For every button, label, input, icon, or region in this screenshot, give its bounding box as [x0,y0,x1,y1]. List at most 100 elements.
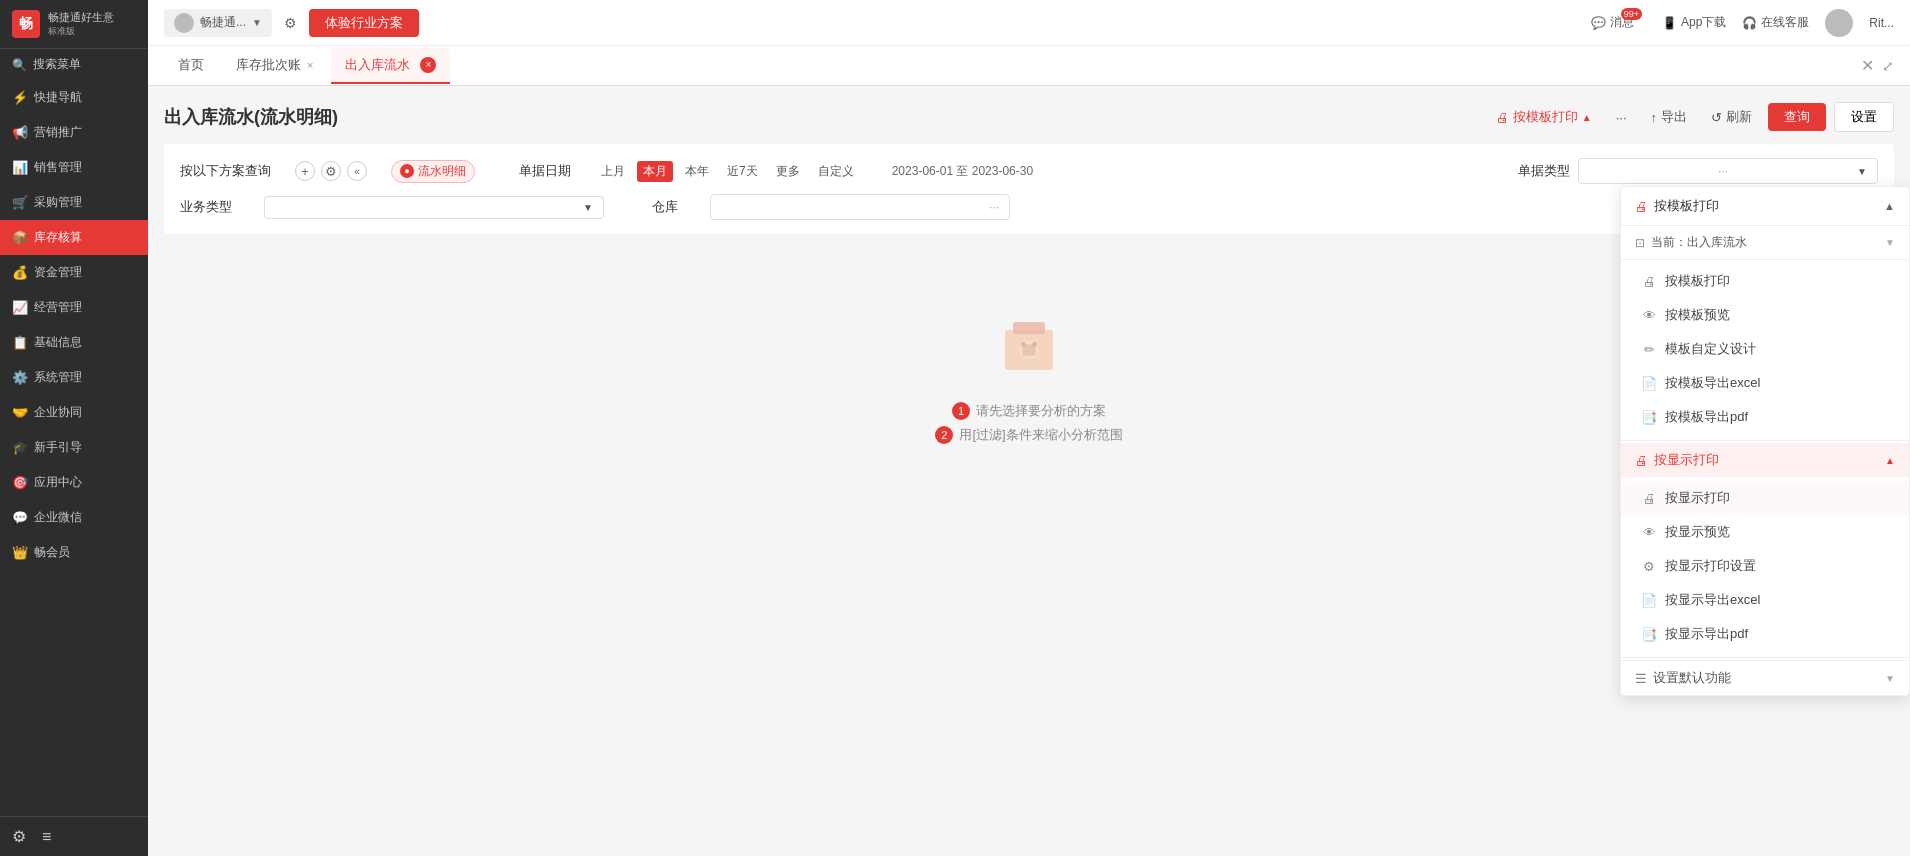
sidebar-item-guide[interactable]: 🎓 新手引导 [0,430,148,465]
template-preview-item[interactable]: 👁 按模板预览 [1621,298,1909,332]
sidebar-item-quick-nav[interactable]: ⚡ 快捷导航 [0,80,148,115]
more-icon: ··· [1616,110,1627,125]
sidebar-bottom: ⚙ ≡ [0,816,148,856]
filter-doc-type-select[interactable]: ··· ▼ [1578,158,1878,184]
display-export-excel-label: 按显示导出excel [1665,591,1895,609]
filter-label: 按以下方案查询 [180,162,271,180]
gear-icon[interactable]: ⚙ [284,15,297,31]
filter-business-type-select[interactable]: ▼ [264,196,604,219]
tab-home[interactable]: 首页 [164,48,218,84]
template-export-excel-item[interactable]: 📄 按模板导出excel [1621,366,1909,400]
sidebar-item-basic[interactable]: 📋 基础信息 [0,325,148,360]
sidebar-item-enterprise[interactable]: 🤝 企业协同 [0,395,148,430]
search-icon: 🔍 [12,58,27,72]
filter-warehouse-select[interactable]: ··· [710,194,1010,220]
print-btn[interactable]: 🖨 按模板打印 ▲ [1488,104,1600,130]
filter-warehouse-label: 仓库 [652,198,678,216]
sidebar-item-member[interactable]: 👑 畅会员 [0,535,148,570]
filter-date-7days[interactable]: 近7天 [721,161,764,182]
message-btn[interactable]: 💬 消息 99+ [1591,14,1634,31]
tip-text-1: 请先选择要分析的方案 [976,402,1106,420]
customer-service-btn[interactable]: 🎧 在线客服 [1742,14,1809,31]
display-settings-item[interactable]: ⚙ 按显示打印设置 [1621,549,1909,583]
dropdown-display-section-header[interactable]: 🖨 按显示打印 ▲ [1621,443,1909,477]
filter-add-btn[interactable]: + [295,161,315,181]
template-export-pdf-item[interactable]: 📑 按模板导出pdf [1621,400,1909,434]
current-template-row[interactable]: ⊡ 当前：出入库流水 ▼ [1621,226,1909,260]
basic-icon: 📋 [12,335,28,351]
template-print-item[interactable]: 🖨 按模板打印 [1621,264,1909,298]
sidebar-item-sales[interactable]: 📊 销售管理 [0,150,148,185]
filter-date-range: 2023-06-01 至 2023-06-30 [892,163,1033,180]
tab-stock-flow-close[interactable]: × [420,57,436,73]
display-export-pdf-item[interactable]: 📑 按显示导出pdf [1621,617,1909,651]
sidebar-item-search[interactable]: 🔍 搜索菜单 [0,49,148,80]
sidebar-item-finance[interactable]: 💰 资金管理 [0,255,148,290]
user-avatar [174,13,194,33]
topbar-user-avatar[interactable] [1825,9,1853,37]
filter-tag[interactable]: ● 流水明细 [391,160,475,183]
sidebar-item-inventory[interactable]: 📦 库存核算 [0,220,148,255]
window-expand-btn[interactable]: ⤢ [1882,56,1894,75]
sidebar-item-label: 新手引导 [34,439,82,456]
template-export-excel-label: 按模板导出excel [1665,374,1895,392]
sidebar-item-system[interactable]: ⚙️ 系统管理 [0,360,148,395]
display-preview-item[interactable]: 👁 按显示预览 [1621,515,1909,549]
filter-row-1: 按以下方案查询 + ⚙ « ● 流水明细 单据日期 上月 本月 本年 近7天 更… [180,158,1878,184]
sidebar-item-marketing[interactable]: 📢 营销推广 [0,115,148,150]
app-download-btn[interactable]: 📱 App下载 [1662,14,1726,31]
sidebar: 畅 畅捷通好生意 标准版 🔍 搜索菜单 ⚡ 快捷导航 📢 营销推广 📊 销售管理… [0,0,148,856]
display-settings-icon: ⚙ [1641,558,1657,574]
sidebar-item-operation[interactable]: 📈 经营管理 [0,290,148,325]
finance-icon: 💰 [12,265,28,281]
filter-date-curr-year[interactable]: 本年 [679,161,715,182]
svg-point-4 [1021,342,1026,347]
headset-icon: 🎧 [1742,16,1757,30]
filter-date-more[interactable]: 更多 [770,161,806,182]
sidebar-item-purchase[interactable]: 🛒 采购管理 [0,185,148,220]
apps-icon: 🎯 [12,475,28,491]
message-badge: 99+ [1621,8,1642,20]
settings-icon[interactable]: ⚙ [12,827,26,846]
display-export-excel-item[interactable]: 📄 按显示导出excel [1621,583,1909,617]
filter-settings-btn[interactable]: ⚙ [321,161,341,181]
display-print-item[interactable]: 🖨 按显示打印 [1621,481,1909,515]
dropdown-display-section: 🖨 按显示打印 👁 按显示预览 ⚙ 按显示打印设置 📄 按显示导出excel 📑 [1621,477,1909,655]
window-close-btn[interactable]: ✕ [1861,56,1874,75]
member-icon: 👑 [12,545,28,561]
user-selector[interactable]: 畅捷通... ▼ [164,9,272,37]
sidebar-nav: 🔍 搜索菜单 ⚡ 快捷导航 📢 营销推广 📊 销售管理 🛒 采购管理 📦 库存核… [0,49,148,816]
dropdown-footer[interactable]: ☰ 设置默认功能 ▼ [1621,660,1909,695]
settings-btn[interactable]: 设置 [1834,102,1894,132]
sidebar-item-wechat[interactable]: 💬 企业微信 [0,500,148,535]
empty-tip-2: 2 用[过滤]条件来缩小分析范围 [935,426,1122,444]
tip-num-1: 1 [952,402,970,420]
filter-doc-type-more: ··· [1718,164,1728,178]
tab-stock-flow[interactable]: 出入库流水 × [331,48,450,84]
filter-warehouse-more: ··· [989,200,999,214]
filter-date-label: 单据日期 [519,162,571,180]
filter-date-curr-month[interactable]: 本月 [637,161,673,182]
refresh-btn[interactable]: ↺ 刷新 [1703,104,1760,130]
more-options-btn[interactable]: ··· [1608,106,1635,129]
filter-collapse-btn[interactable]: « [347,161,367,181]
guide-icon: 🎓 [12,440,28,456]
sidebar-item-apps[interactable]: 🎯 应用中心 [0,465,148,500]
svg-point-5 [1032,342,1037,347]
display-preview-label: 按显示预览 [1665,523,1895,541]
export-btn[interactable]: ↑ 导出 [1643,104,1696,130]
dropdown-template-section: 🖨 按模板打印 👁 按模板预览 ✏ 模板自定义设计 📄 按模板导出excel 📑 [1621,260,1909,438]
menu-collapse-icon[interactable]: ≡ [42,828,51,846]
print-chevron-icon: ▲ [1582,112,1592,123]
app-logo-icon: 畅 [12,10,40,38]
tab-inventory-batch-label: 库存批次账 [236,56,301,74]
print-dropdown-panel: 🖨 按模板打印 ▲ ⊡ 当前：出入库流水 ▼ 🖨 按模板打印 [1620,186,1910,696]
tab-inventory-batch[interactable]: 库存批次账 × [222,48,327,84]
template-preview-label: 按模板预览 [1665,306,1895,324]
template-customize-item[interactable]: ✏ 模板自定义设计 [1621,332,1909,366]
trial-btn[interactable]: 体验行业方案 [309,9,419,37]
tab-inventory-batch-close[interactable]: × [307,59,313,71]
filter-date-custom[interactable]: 自定义 [812,161,860,182]
filter-date-prev-month[interactable]: 上月 [595,161,631,182]
query-btn[interactable]: 查询 [1768,103,1826,131]
